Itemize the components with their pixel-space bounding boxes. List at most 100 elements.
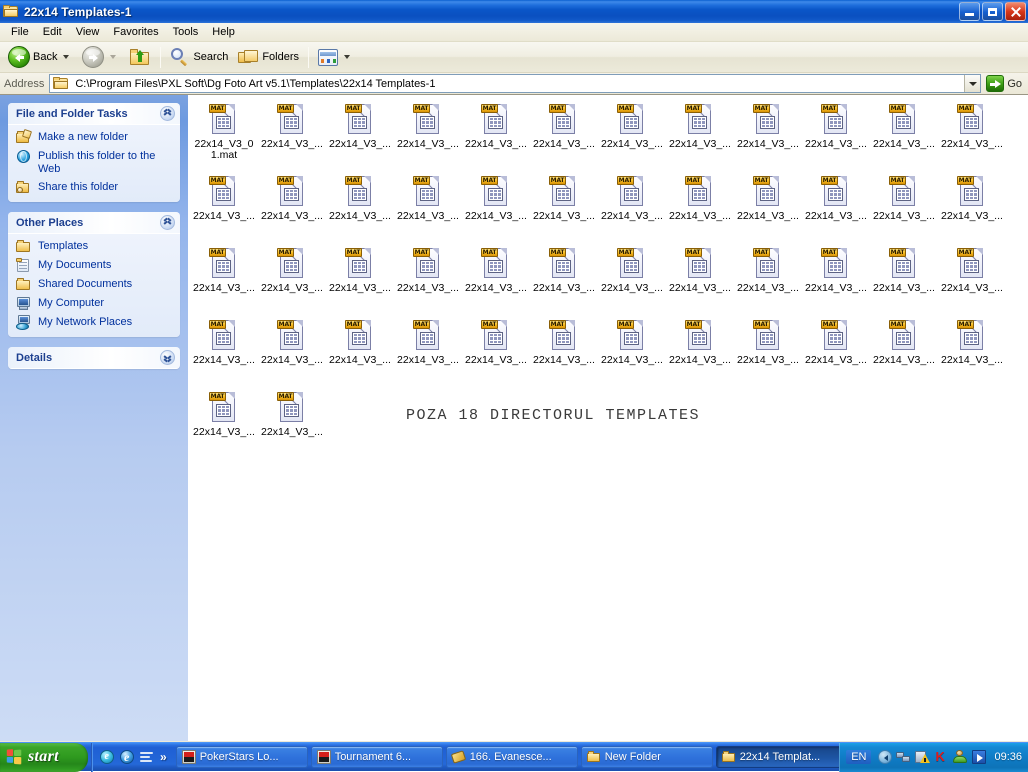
quick-launch-overflow-icon[interactable]: » bbox=[160, 751, 167, 763]
taskbar-button[interactable]: 166. Evanesce... bbox=[446, 746, 578, 768]
file-item[interactable]: MAT22x14_V3_... bbox=[938, 245, 1006, 317]
file-item[interactable]: MAT22x14_V3_... bbox=[258, 389, 326, 461]
file-item[interactable]: MAT22x14_V3_... bbox=[870, 245, 938, 317]
file-item[interactable]: MAT22x14_V3_... bbox=[530, 101, 598, 173]
language-indicator[interactable]: EN bbox=[846, 750, 871, 764]
sidebar-item-make-new-folder[interactable]: Make a new folder bbox=[16, 130, 174, 145]
file-item[interactable]: MAT22x14_V3_... bbox=[190, 317, 258, 389]
menu-help[interactable]: Help bbox=[205, 24, 242, 40]
sidebar-item-publish-folder-web[interactable]: Publish this folder to the Web bbox=[16, 149, 174, 176]
file-item[interactable]: MAT22x14_V3_... bbox=[462, 173, 530, 245]
sidebar-item-my-computer[interactable]: My Computer bbox=[16, 296, 174, 311]
show-desktop-icon[interactable] bbox=[140, 750, 154, 764]
file-item[interactable]: MAT22x14_V3_... bbox=[190, 245, 258, 317]
file-item[interactable]: MAT22x14_V3_... bbox=[326, 245, 394, 317]
file-item[interactable]: MAT22x14_V3_... bbox=[938, 173, 1006, 245]
file-item[interactable]: MAT22x14_V3_... bbox=[938, 317, 1006, 389]
file-item[interactable]: MAT22x14_V3_... bbox=[734, 317, 802, 389]
file-item[interactable]: MAT22x14_V3_... bbox=[394, 173, 462, 245]
file-item[interactable]: MAT22x14_V3_... bbox=[530, 317, 598, 389]
up-button[interactable] bbox=[124, 44, 156, 70]
back-dropdown-icon[interactable] bbox=[63, 55, 69, 59]
media-player-icon[interactable] bbox=[972, 750, 987, 764]
file-item[interactable]: MAT22x14_V3_... bbox=[598, 173, 666, 245]
file-item[interactable]: MAT22x14_V3_... bbox=[938, 101, 1006, 173]
file-item[interactable]: MAT22x14_V3_... bbox=[190, 389, 258, 461]
taskbar-clock[interactable]: 09:36 bbox=[994, 751, 1022, 763]
file-item[interactable]: MAT22x14_V3_... bbox=[326, 317, 394, 389]
tray-expand-icon[interactable] bbox=[878, 750, 892, 764]
file-item[interactable]: MAT22x14_V3_... bbox=[870, 317, 938, 389]
folders-button[interactable]: Folders bbox=[233, 44, 304, 70]
file-item[interactable]: MAT22x14_V3_... bbox=[326, 173, 394, 245]
file-item[interactable]: MAT22x14_V3_... bbox=[802, 101, 870, 173]
menu-favorites[interactable]: Favorites bbox=[106, 24, 165, 40]
panel-header[interactable]: Other Places bbox=[8, 212, 180, 234]
forward-button[interactable] bbox=[77, 44, 124, 70]
go-button[interactable]: Go bbox=[984, 74, 1026, 94]
file-item[interactable]: MAT22x14_V3_... bbox=[802, 245, 870, 317]
file-item[interactable]: MAT22x14_V3_... bbox=[462, 317, 530, 389]
search-button[interactable]: Search bbox=[165, 44, 233, 70]
sidebar-item-share-folder[interactable]: Share this folder bbox=[16, 180, 174, 195]
file-item[interactable]: MAT22x14_V3_... bbox=[258, 317, 326, 389]
file-item[interactable]: MAT22x14_V3_... bbox=[394, 317, 462, 389]
file-list-pane[interactable]: MAT22x14_V3_01.matMAT22x14_V3_...MAT22x1… bbox=[188, 95, 1028, 741]
file-item[interactable]: MAT22x14_V3_... bbox=[258, 173, 326, 245]
sidebar-item-templates[interactable]: Templates bbox=[16, 239, 174, 254]
file-item[interactable]: MAT22x14_V3_... bbox=[598, 245, 666, 317]
internet-explorer-icon[interactable] bbox=[120, 750, 134, 764]
file-item[interactable]: MAT22x14_V3_... bbox=[598, 101, 666, 173]
close-button[interactable] bbox=[1005, 2, 1026, 21]
file-item[interactable]: MAT22x14_V3_... bbox=[666, 317, 734, 389]
menu-tools[interactable]: Tools bbox=[166, 24, 206, 40]
file-item[interactable]: MAT22x14_V3_... bbox=[530, 173, 598, 245]
file-item[interactable]: MAT22x14_V3_... bbox=[394, 245, 462, 317]
minimize-button[interactable] bbox=[959, 2, 980, 21]
file-item[interactable]: MAT22x14_V3_... bbox=[190, 173, 258, 245]
taskbar-button[interactable]: 22x14 Templat... bbox=[716, 746, 840, 768]
back-button[interactable]: Back bbox=[3, 44, 77, 70]
network-connections-icon[interactable] bbox=[896, 750, 911, 764]
collapse-button[interactable] bbox=[160, 215, 175, 230]
panel-header[interactable]: Details bbox=[8, 347, 180, 369]
file-item[interactable]: MAT22x14_V3_... bbox=[326, 101, 394, 173]
msn-messenger-icon[interactable] bbox=[100, 750, 114, 764]
file-item[interactable]: MAT22x14_V3_... bbox=[258, 245, 326, 317]
file-item[interactable]: MAT22x14_V3_... bbox=[666, 173, 734, 245]
sidebar-item-shared-documents[interactable]: Shared Documents bbox=[16, 277, 174, 292]
forward-dropdown-icon[interactable] bbox=[110, 55, 116, 59]
sidebar-item-my-network-places[interactable]: My Network Places bbox=[16, 315, 174, 330]
file-item[interactable]: MAT22x14_V3_... bbox=[394, 101, 462, 173]
taskbar-button[interactable]: Tournament 6... bbox=[311, 746, 443, 768]
collapse-button[interactable] bbox=[160, 106, 175, 121]
menu-file[interactable]: File bbox=[4, 24, 36, 40]
sidebar-item-my-documents[interactable]: My Documents bbox=[16, 258, 174, 273]
messenger-contacts-icon[interactable] bbox=[953, 750, 968, 764]
file-item[interactable]: MAT22x14_V3_... bbox=[734, 101, 802, 173]
panel-header[interactable]: File and Folder Tasks bbox=[8, 103, 180, 125]
views-button[interactable] bbox=[313, 44, 358, 70]
file-item[interactable]: MAT22x14_V3_... bbox=[666, 245, 734, 317]
taskbar-button[interactable]: New Folder bbox=[581, 746, 713, 768]
menu-edit[interactable]: Edit bbox=[36, 24, 69, 40]
file-item[interactable]: MAT22x14_V3_... bbox=[462, 245, 530, 317]
title-bar[interactable]: 22x14 Templates-1 bbox=[0, 0, 1028, 23]
restore-button[interactable] bbox=[982, 2, 1003, 21]
expand-button[interactable] bbox=[160, 350, 175, 365]
file-item[interactable]: MAT22x14_V3_... bbox=[598, 317, 666, 389]
address-input[interactable]: C:\Program Files\PXL Soft\Dg Foto Art v5… bbox=[49, 74, 981, 93]
file-item[interactable]: MAT22x14_V3_... bbox=[734, 245, 802, 317]
kaspersky-icon[interactable]: K bbox=[934, 750, 949, 764]
file-item[interactable]: MAT22x14_V3_... bbox=[530, 245, 598, 317]
address-dropdown-button[interactable] bbox=[964, 75, 980, 92]
security-alert-icon[interactable] bbox=[915, 750, 930, 764]
file-item[interactable]: MAT22x14_V3_... bbox=[666, 101, 734, 173]
views-dropdown-icon[interactable] bbox=[344, 55, 350, 59]
file-item[interactable]: MAT22x14_V3_... bbox=[870, 101, 938, 173]
file-item[interactable]: MAT22x14_V3_... bbox=[462, 101, 530, 173]
file-item[interactable]: MAT22x14_V3_... bbox=[734, 173, 802, 245]
taskbar-button[interactable]: PokerStars Lo... bbox=[176, 746, 308, 768]
file-item[interactable]: MAT22x14_V3_... bbox=[870, 173, 938, 245]
file-item[interactable]: MAT22x14_V3_01.mat bbox=[190, 101, 258, 173]
